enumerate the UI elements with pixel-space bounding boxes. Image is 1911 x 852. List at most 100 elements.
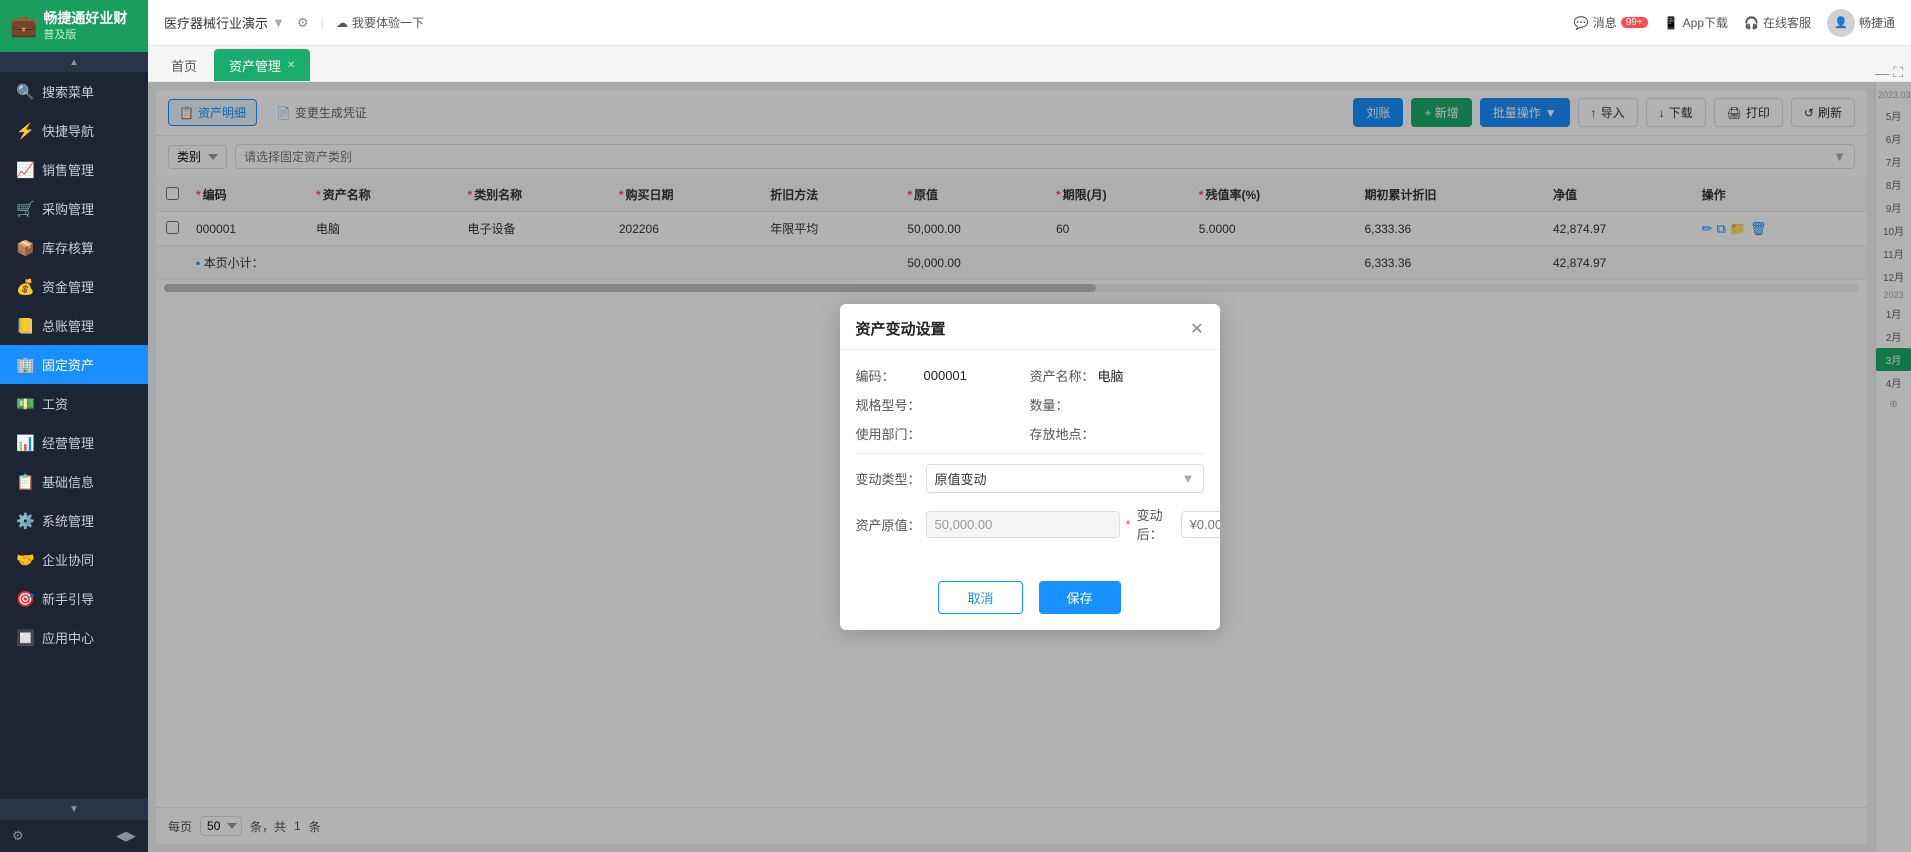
dialog-dept-label: 使用部门：	[856, 424, 924, 443]
payroll-icon: 💵	[16, 395, 34, 413]
app-download-label: App下载	[1683, 14, 1728, 31]
sidebar-item-label: 销售管理	[42, 160, 94, 179]
sidebar-item-label: 快捷导航	[42, 121, 94, 140]
sidebar-item-sales[interactable]: 📈 销售管理	[0, 150, 148, 189]
tab-asset-management-label: 资产管理	[229, 56, 281, 75]
dialog-original-value-input	[926, 511, 1120, 538]
dialog-after-change-input[interactable]	[1181, 511, 1220, 538]
window-minimize-icon[interactable]: —	[1875, 65, 1889, 81]
topbar-right: 💬 消息 99+ 📱 App下载 🎧 在线客服 👤 畅捷通	[1574, 9, 1895, 37]
sidebar-item-label: 总账管理	[42, 316, 94, 335]
finance-icon: 💰	[16, 278, 34, 296]
tab-home[interactable]: 首页	[156, 49, 212, 81]
message-btn[interactable]: 💬 消息 99+	[1574, 14, 1648, 31]
save-button[interactable]: 保存	[1039, 581, 1121, 614]
required-marker: *	[1126, 517, 1131, 532]
experience-btn[interactable]: ☁ 我要体验一下	[336, 14, 424, 31]
dialog-name-label: 资产名称：	[1030, 366, 1098, 385]
dialog-value-row: 资产原值： * 变动后：	[856, 505, 1204, 543]
dialog-name-value: 电脑	[1098, 366, 1204, 385]
sidebar-item-quicknav[interactable]: ⚡ 快捷导航	[0, 111, 148, 150]
tab-close-icon[interactable]: ✕	[287, 60, 295, 71]
dialog-spec-label: 规格型号：	[856, 395, 924, 414]
user-area[interactable]: 👤 畅捷通	[1827, 9, 1895, 37]
topbar: 医疗器械行业演示 ▼ ⚙ | ☁ 我要体验一下 💬 消息 99+ 📱 App下载…	[148, 0, 1911, 46]
modal-overlay: 资产变动设置 ✕ 编码： 000001 资产名称： 电脑 规格型号： 数量：	[148, 82, 1911, 852]
user-avatar: 👤	[1827, 9, 1855, 37]
sidebar-item-label: 采购管理	[42, 199, 94, 218]
sidebar-item-label: 基础信息	[42, 472, 94, 491]
sidebar-item-search[interactable]: 🔍 搜索菜单	[0, 72, 148, 111]
tabbar: 首页 资产管理 ✕ — ⛶	[148, 46, 1911, 82]
sidebar-item-label: 搜索菜单	[42, 82, 94, 101]
sidebar-item-purchase[interactable]: 🛒 采购管理	[0, 189, 148, 228]
sales-icon: 📈	[16, 161, 34, 179]
dialog-change-type-dropdown-icon: ▼	[1182, 471, 1195, 486]
company-selector[interactable]: 医疗器械行业演示 ▼	[164, 13, 285, 32]
window-maximize-icon[interactable]: ⛶	[1893, 64, 1903, 81]
sidebar-item-inventory[interactable]: 📦 库存核算	[0, 228, 148, 267]
asset-change-dialog: 资产变动设置 ✕ 编码： 000001 资产名称： 电脑 规格型号： 数量：	[840, 304, 1220, 630]
search-icon: 🔍	[16, 83, 34, 101]
sidebar-item-label: 库存核算	[42, 238, 94, 257]
cancel-button[interactable]: 取消	[938, 581, 1022, 614]
operations-icon: 📊	[16, 434, 34, 452]
sidebar-item-operations[interactable]: 📊 经营管理	[0, 423, 148, 462]
customer-service-icon: 🎧	[1744, 16, 1759, 30]
dialog-close-button[interactable]: ✕	[1190, 319, 1203, 339]
sidebar-item-guide[interactable]: 🎯 新手引导	[0, 579, 148, 618]
inventory-icon: 📦	[16, 239, 34, 257]
sidebar-item-apps[interactable]: 🔲 应用中心	[0, 618, 148, 657]
sidebar-menu: 🔍 搜索菜单 ⚡ 快捷导航 📈 销售管理 🛒 采购管理 📦 库存核算 💰 资金管…	[0, 72, 148, 799]
customer-service-btn[interactable]: 🎧 在线客服	[1744, 14, 1811, 31]
tab-home-label: 首页	[171, 56, 197, 75]
tab-asset-management[interactable]: 资产管理 ✕	[214, 49, 310, 81]
sidebar-item-label: 系统管理	[42, 511, 94, 530]
main-area: 医疗器械行业演示 ▼ ⚙ | ☁ 我要体验一下 💬 消息 99+ 📱 App下载…	[148, 0, 1911, 852]
dialog-code-value: 000001	[924, 368, 1030, 383]
dialog-location-label: 存放地点：	[1030, 424, 1098, 443]
guide-icon: 🎯	[16, 590, 34, 608]
sidebar-item-system[interactable]: ⚙️ 系统管理	[0, 501, 148, 540]
sidebar-scroll-up[interactable]: ▲	[0, 52, 148, 72]
sidebar-item-finance[interactable]: 💰 资金管理	[0, 267, 148, 306]
collapse-icon[interactable]: ◀▶	[116, 828, 136, 844]
dialog-change-type-row: 变动类型： 原值变动 ▼	[856, 464, 1204, 493]
sidebar-item-basics[interactable]: 📋 基础信息	[0, 462, 148, 501]
user-name: 畅捷通	[1859, 14, 1895, 31]
quicknav-icon: ⚡	[16, 122, 34, 140]
dialog-original-value-label: 资产原值：	[856, 515, 926, 534]
sidebar-item-payroll[interactable]: 💵 工资	[0, 384, 148, 423]
sidebar-item-label: 新手引导	[42, 589, 94, 608]
logo-icon: 💼	[10, 13, 37, 39]
dialog-change-type-label: 变动类型：	[856, 469, 926, 488]
sidebar-scroll-down[interactable]: ▼	[0, 799, 148, 819]
sidebar: 💼 畅捷通好业财 普及版 ▲ 🔍 搜索菜单 ⚡ 快捷导航 📈 销售管理 🛒 采购…	[0, 0, 148, 852]
sidebar-item-enterprise[interactable]: 🤝 企业协同	[0, 540, 148, 579]
sidebar-item-label: 固定资产	[42, 355, 94, 374]
sidebar-item-label: 应用中心	[42, 628, 94, 647]
experience-icon: ☁	[336, 16, 348, 30]
enterprise-icon: 🤝	[16, 551, 34, 569]
purchase-icon: 🛒	[16, 200, 34, 218]
sidebar-item-ledger[interactable]: 📒 总账管理	[0, 306, 148, 345]
dialog-change-type-value: 原值变动	[935, 469, 987, 488]
settings-icon[interactable]: ⚙	[12, 828, 24, 844]
app-download-btn[interactable]: 📱 App下载	[1664, 14, 1728, 31]
dialog-title: 资产变动设置	[856, 318, 946, 339]
sidebar-item-fixed-assets[interactable]: 🏢 固定资产	[0, 345, 148, 384]
message-icon: 💬	[1574, 16, 1589, 30]
dialog-spec-row: 规格型号： 数量：	[856, 395, 1204, 414]
experience-label: 我要体验一下	[352, 14, 424, 31]
dialog-change-type-select[interactable]: 原值变动 ▼	[926, 464, 1204, 493]
app-edition: 普及版	[43, 26, 127, 42]
system-icon: ⚙️	[16, 512, 34, 530]
app-logo: 💼 畅捷通好业财 普及版	[0, 0, 148, 52]
dialog-divider	[856, 453, 1204, 454]
settings-topbar-icon[interactable]: ⚙	[297, 15, 309, 31]
dialog-dept-row: 使用部门： 存放地点：	[856, 424, 1204, 443]
topbar-divider: |	[321, 15, 324, 30]
dialog-body: 编码： 000001 资产名称： 电脑 规格型号： 数量： 使用部门：	[840, 350, 1220, 571]
sidebar-item-label: 资金管理	[42, 277, 94, 296]
sidebar-item-label: 工资	[42, 394, 68, 413]
